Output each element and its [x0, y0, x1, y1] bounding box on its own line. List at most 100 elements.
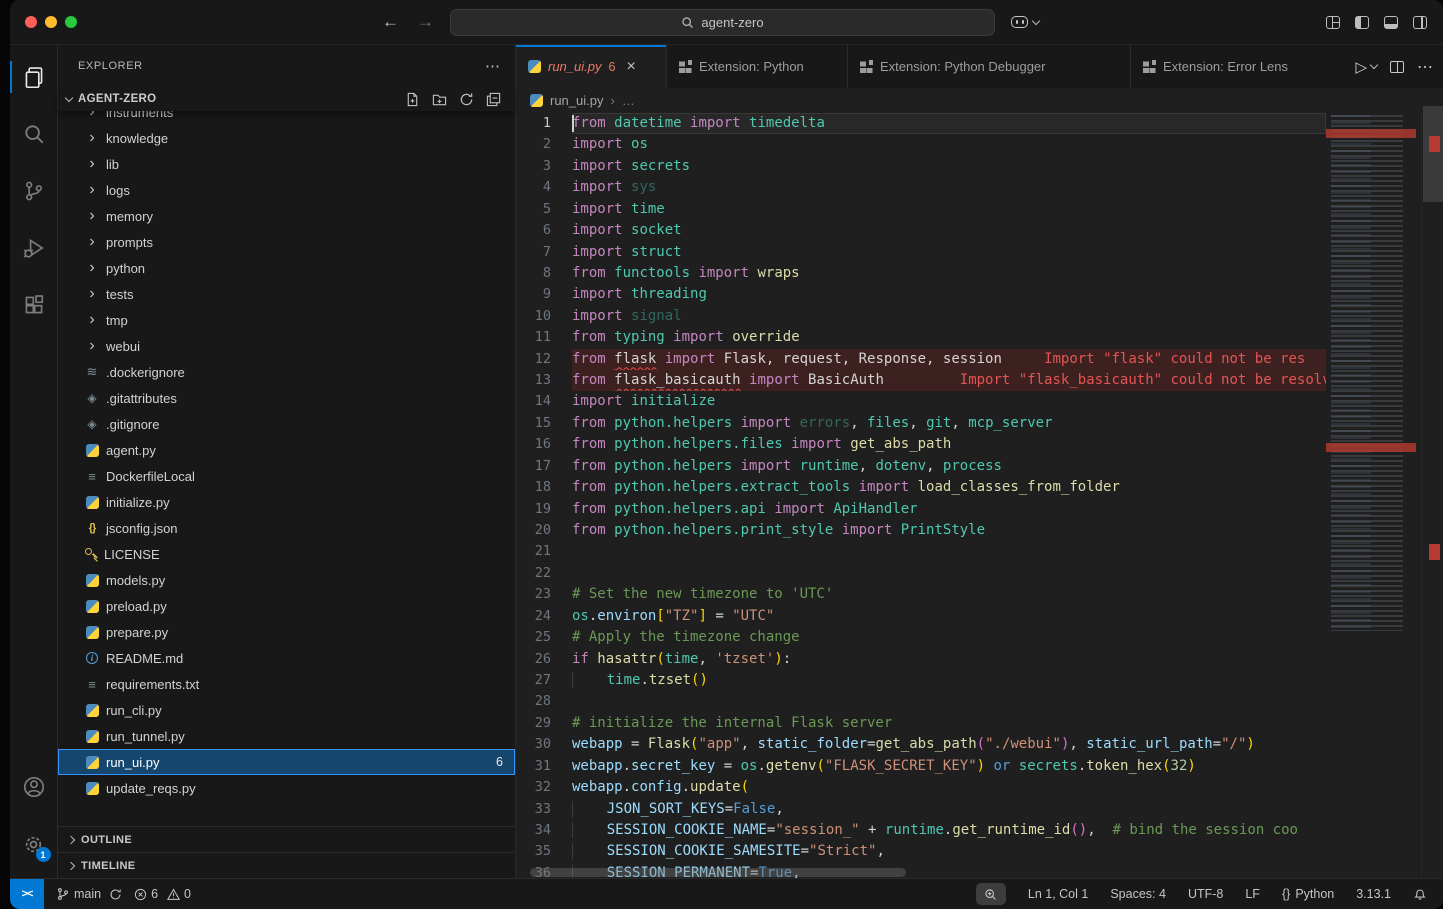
code-line[interactable]: 2 import os	[516, 134, 1326, 155]
line-number[interactable]: 2	[516, 134, 572, 155]
outline-section[interactable]: OUTLINE	[58, 826, 515, 852]
tree-item-logs[interactable]: › logs	[58, 177, 515, 203]
tree-item-run-tunnel-py[interactable]: run_tunnel.py	[58, 723, 515, 749]
line-number[interactable]: 15	[516, 413, 572, 434]
code-text[interactable]: # Apply the timezone change	[572, 627, 1326, 648]
code-text[interactable]	[572, 563, 1326, 584]
tree-item-prompts[interactable]: › prompts	[58, 229, 515, 255]
code-text[interactable]: import threading	[572, 284, 1326, 305]
maximize-window-button[interactable]	[65, 16, 77, 28]
sidebar-item-extensions[interactable]	[10, 281, 58, 329]
code-text[interactable]: SESSION_COOKIE_SAMESITE="Strict",	[572, 841, 1326, 862]
more-actions-icon[interactable]: ⋯	[1417, 57, 1433, 77]
code-text[interactable]: from python.helpers.print_style import P…	[572, 520, 1326, 541]
tree-item-tmp[interactable]: › tmp	[58, 307, 515, 333]
code-text[interactable]: import sys	[572, 177, 1326, 198]
line-number[interactable]: 23	[516, 584, 572, 605]
code-line[interactable]: 19 from python.helpers.api import ApiHand…	[516, 499, 1326, 520]
code-line[interactable]: 8 from functools import wraps	[516, 263, 1326, 284]
tab-extension-python[interactable]: Extension: Python	[667, 45, 848, 88]
vertical-scrollbar[interactable]	[1423, 106, 1443, 202]
breadcrumb-file[interactable]: run_ui.py	[550, 93, 603, 108]
code-line[interactable]: 25 # Apply the timezone change	[516, 627, 1326, 648]
line-number[interactable]: 5	[516, 199, 572, 220]
close-window-button[interactable]	[25, 16, 37, 28]
code-line[interactable]: 9 import threading	[516, 284, 1326, 305]
code-text[interactable]: if hasattr(time, 'tzset'):	[572, 649, 1326, 670]
sidebar-item-search[interactable]	[10, 110, 58, 158]
minimize-window-button[interactable]	[45, 16, 57, 28]
code-line[interactable]: 35 SESSION_COOKIE_SAMESITE="Strict",	[516, 841, 1326, 862]
line-number[interactable]: 9	[516, 284, 572, 305]
line-number[interactable]: 10	[516, 306, 572, 327]
code-line[interactable]: 15 from python.helpers import errors, fil…	[516, 413, 1326, 434]
tree-item-lib[interactable]: › lib	[58, 151, 515, 177]
line-number[interactable]: 16	[516, 434, 572, 455]
code-text[interactable]: from python.helpers.api import ApiHandle…	[572, 499, 1326, 520]
refresh-icon[interactable]	[459, 92, 474, 107]
code-text[interactable]: from flask_basicauth import BasicAuth Im…	[572, 370, 1326, 392]
code-text[interactable]: import signal	[572, 306, 1326, 327]
code-line[interactable]: 33 JSON_SORT_KEYS=False,	[516, 799, 1326, 820]
code-line[interactable]: 5 import time	[516, 199, 1326, 220]
code-line[interactable]: 34 SESSION_COOKIE_NAME="session_" + runt…	[516, 820, 1326, 841]
code-text[interactable]: # initialize the internal Flask server	[572, 713, 1326, 734]
close-tab-icon[interactable]: ×	[626, 58, 635, 76]
code-line[interactable]: 4 import sys	[516, 177, 1326, 198]
line-number[interactable]: 18	[516, 477, 572, 498]
tree-item--gitignore[interactable]: ◈ .gitignore	[58, 411, 515, 437]
code-text[interactable]: from typing import override	[572, 327, 1326, 348]
customize-layout-icon[interactable]	[1326, 15, 1340, 29]
line-number[interactable]: 12	[516, 349, 572, 370]
line-number[interactable]: 3	[516, 156, 572, 177]
code-text[interactable]: from python.helpers import errors, files…	[572, 413, 1326, 434]
tree-item-python[interactable]: › python	[58, 255, 515, 281]
code-line[interactable]: 22	[516, 563, 1326, 584]
sidebar-item-source-control[interactable]	[10, 167, 58, 215]
code-line[interactable]: 26 if hasattr(time, 'tzset'):	[516, 649, 1326, 670]
line-number[interactable]: 25	[516, 627, 572, 648]
problems-status[interactable]: 6 0	[134, 887, 191, 901]
code-text[interactable]: webapp = Flask("app", static_folder=get_…	[572, 734, 1326, 755]
toggle-secondary-sidebar-icon[interactable]	[1413, 15, 1427, 29]
tree-item-readme-md[interactable]: i README.md	[58, 645, 515, 671]
toggle-primary-sidebar-icon[interactable]	[1355, 15, 1369, 29]
line-number[interactable]: 17	[516, 456, 572, 477]
line-number[interactable]: 11	[516, 327, 572, 348]
language-mode[interactable]: {} Python	[1282, 887, 1334, 901]
code-text[interactable]	[572, 541, 1326, 562]
timeline-section[interactable]: TIMELINE	[58, 852, 515, 878]
code-line[interactable]: 20 from python.helpers.print_style import…	[516, 520, 1326, 541]
code-line[interactable]: 3 import secrets	[516, 156, 1326, 177]
line-number[interactable]: 33	[516, 799, 572, 820]
code-line[interactable]: 13 from flask_basicauth import BasicAuth …	[516, 370, 1326, 392]
tree-item-initialize-py[interactable]: initialize.py	[58, 489, 515, 515]
code-text[interactable]: from functools import wraps	[572, 263, 1326, 284]
encoding-setting[interactable]: UTF-8	[1188, 887, 1223, 901]
eol-setting[interactable]: LF	[1245, 887, 1260, 901]
line-number[interactable]: 30	[516, 734, 572, 755]
line-number[interactable]: 7	[516, 242, 572, 263]
sync-icon[interactable]	[109, 888, 122, 901]
code-line[interactable]: 1 from datetime import timedelta	[516, 113, 1326, 135]
code-line[interactable]: 31 webapp.secret_key = os.getenv("FLASK_S…	[516, 756, 1326, 777]
code-line[interactable]: 21	[516, 541, 1326, 562]
line-number[interactable]: 8	[516, 263, 572, 284]
line-number[interactable]: 4	[516, 177, 572, 198]
code-text[interactable]: from python.helpers.files import get_abs…	[572, 434, 1326, 455]
tree-item-run-cli-py[interactable]: run_cli.py	[58, 697, 515, 723]
code-line[interactable]: 10 import signal	[516, 306, 1326, 327]
code-text[interactable]: SESSION_COOKIE_NAME="session_" + runtime…	[572, 820, 1326, 841]
toggle-panel-icon[interactable]	[1384, 15, 1398, 29]
tree-item-prepare-py[interactable]: prepare.py	[58, 619, 515, 645]
code-line[interactable]: 12 from flask import Flask, request, Resp…	[516, 348, 1326, 371]
tree-item-requirements-txt[interactable]: ≡ requirements.txt	[58, 671, 515, 697]
navigate-forward-button[interactable]: →	[417, 12, 434, 32]
git-branch-status[interactable]: main	[56, 887, 122, 901]
tree-item-knowledge[interactable]: › knowledge	[58, 125, 515, 151]
tree-item--gitattributes[interactable]: ◈ .gitattributes	[58, 385, 515, 411]
line-number[interactable]: 19	[516, 499, 572, 520]
code-text[interactable]: from python.helpers.extract_tools import…	[572, 477, 1326, 498]
tab-run-ui-py[interactable]: run_ui.py 6 ×	[516, 45, 667, 88]
tree-item-license[interactable]: LICENSE	[58, 541, 515, 567]
